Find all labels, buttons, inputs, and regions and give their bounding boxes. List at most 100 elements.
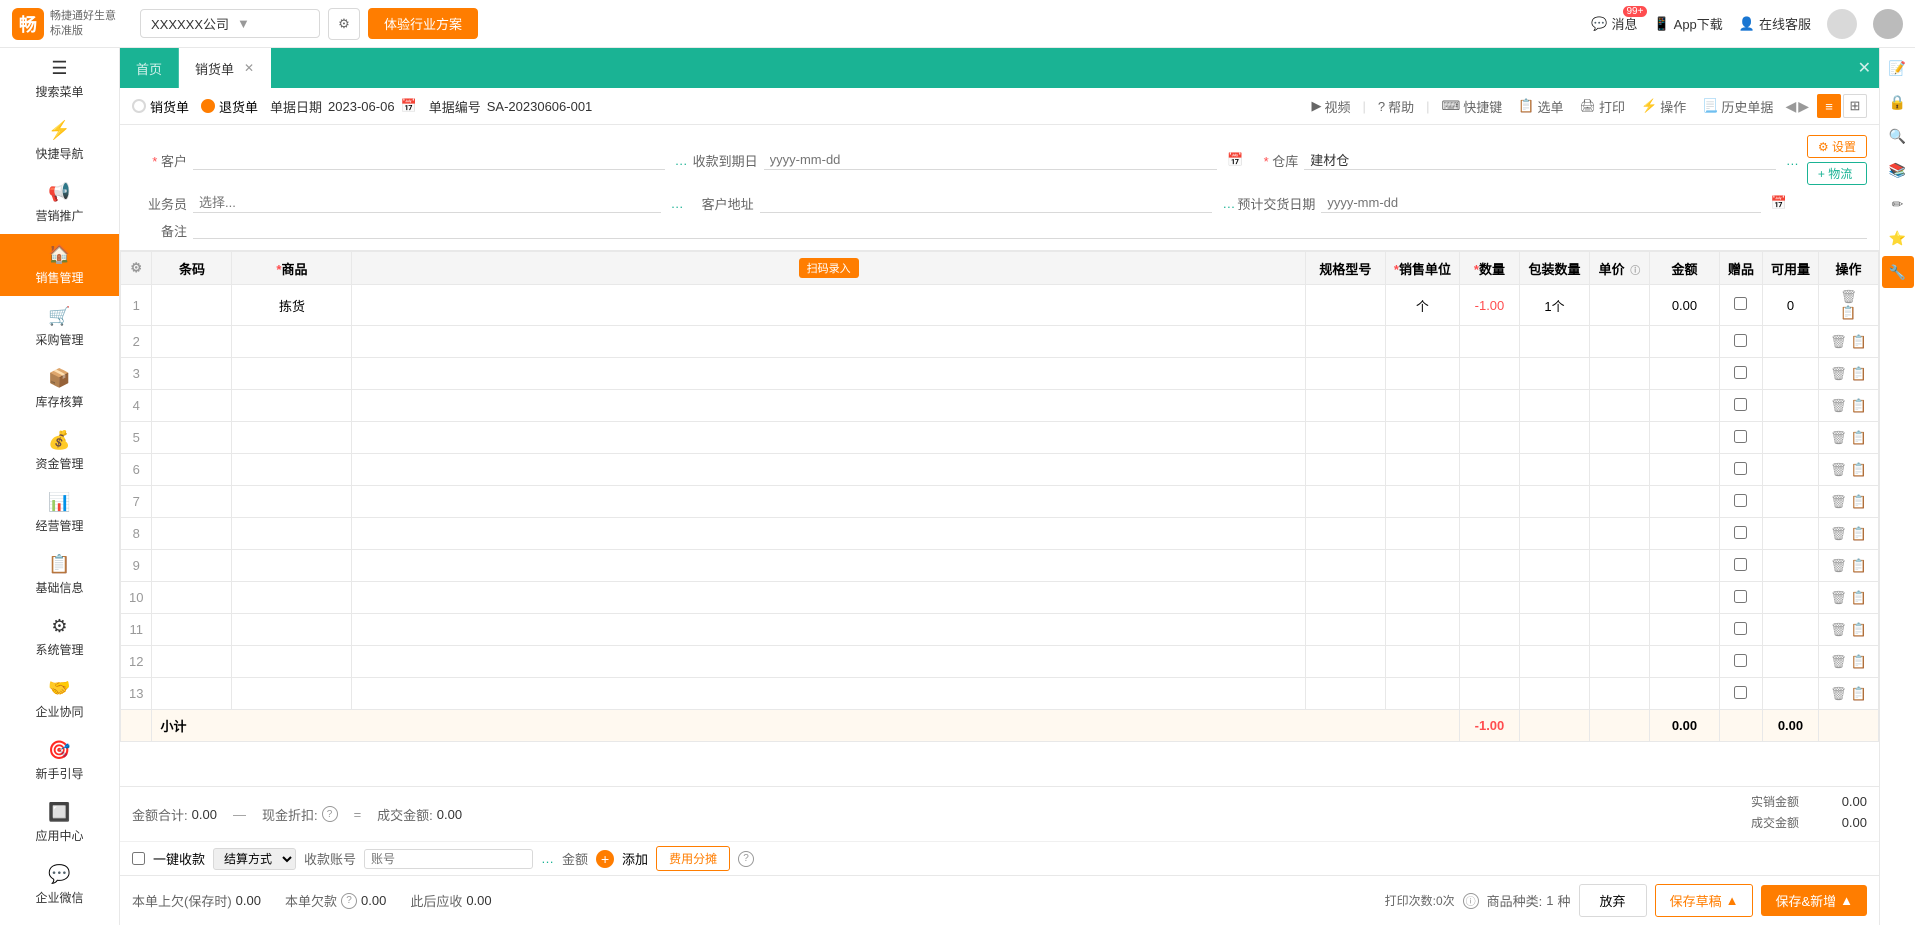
print-btn[interactable]: 🖨 打印 xyxy=(1576,95,1630,118)
app-download-btn[interactable]: 📱 App下载 xyxy=(1653,14,1722,33)
right-panel-btn-2[interactable]: 🔒 xyxy=(1882,86,1914,118)
right-panel-btn-3[interactable]: 🔍 xyxy=(1882,120,1914,152)
delete-icon-12[interactable]: 🗑 xyxy=(1830,654,1847,669)
discount-info-icon[interactable]: ? xyxy=(322,806,338,822)
row-gift-1[interactable] xyxy=(1719,285,1762,326)
right-panel-btn-5[interactable]: ✏ xyxy=(1882,188,1914,220)
goods-type[interactable]: 商品种类: 1 种 xyxy=(1487,891,1571,910)
payment-date-input[interactable] xyxy=(764,150,1217,170)
operate-btn[interactable]: ⚡ 操作 xyxy=(1637,95,1690,118)
history-btn[interactable]: 📃 历史单据 xyxy=(1698,95,1777,118)
copy-icon-8[interactable]: 📋 xyxy=(1851,526,1867,541)
message-btn[interactable]: 💬 消息 99+ xyxy=(1591,14,1637,33)
tab-home[interactable]: 首页 xyxy=(120,48,179,88)
flow-button[interactable]: + 物流 xyxy=(1807,162,1867,185)
right-panel-btn-6[interactable]: ⭐ xyxy=(1882,222,1914,254)
copy-icon-1[interactable]: 📋 xyxy=(1840,305,1856,320)
sidebar-item-purchase[interactable]: 🛒 采购管理 xyxy=(0,296,119,358)
settings-icon-btn[interactable]: ⚙ xyxy=(328,8,360,40)
account-input[interactable] xyxy=(364,849,533,869)
row-goods-1[interactable]: 拣货 xyxy=(232,285,352,326)
gift-checkbox-13[interactable] xyxy=(1734,686,1747,699)
copy-icon-7[interactable]: 📋 xyxy=(1851,494,1867,509)
address-dots-btn[interactable]: … xyxy=(1222,196,1235,211)
row-price-1[interactable] xyxy=(1589,285,1649,326)
copy-icon-6[interactable]: 📋 xyxy=(1851,462,1867,477)
copy-icon-3[interactable]: 📋 xyxy=(1851,366,1867,381)
payment-date-calendar-icon[interactable]: 📅 xyxy=(1227,152,1243,168)
sidebar-item-sales[interactable]: 🏠 销售管理 xyxy=(0,234,119,296)
right-panel-btn-7[interactable]: 🔧 xyxy=(1882,256,1914,288)
delete-icon-3[interactable]: 🗑 xyxy=(1830,366,1847,381)
delivery-date-calendar-icon[interactable]: 📅 xyxy=(1771,195,1787,211)
customer-address-input[interactable] xyxy=(760,193,1213,213)
save-new-button[interactable]: 保存&新增 ▲ xyxy=(1761,885,1867,916)
sidebar-item-inventory[interactable]: 📦 库存核算 xyxy=(0,358,119,420)
row-amount-1[interactable]: 0.00 xyxy=(1649,285,1719,326)
scan-button[interactable]: 扫码录入 xyxy=(799,258,859,278)
copy-icon-11[interactable]: 📋 xyxy=(1851,622,1867,637)
copy-icon-4[interactable]: 📋 xyxy=(1851,398,1867,413)
delete-icon-6[interactable]: 🗑 xyxy=(1830,462,1847,477)
help-btn[interactable]: ? 帮助 xyxy=(1374,95,1418,118)
select-btn[interactable]: 📋 选单 xyxy=(1514,95,1567,118)
delete-icon-5[interactable]: 🗑 xyxy=(1830,430,1847,445)
delete-icon-2[interactable]: 🗑 xyxy=(1830,334,1847,349)
expense-info-icon[interactable]: ? xyxy=(738,851,754,867)
delete-icon-7[interactable]: 🗑 xyxy=(1830,494,1847,509)
sidebar-item-marketing[interactable]: 📢 营销推广 xyxy=(0,172,119,234)
sidebar-item-appstore[interactable]: 🔲 应用中心 xyxy=(0,792,119,854)
copy-icon-2[interactable]: 📋 xyxy=(1851,334,1867,349)
delete-icon-9[interactable]: 🗑 xyxy=(1830,558,1847,573)
company-selector[interactable]: XXXXXX公司 ▼ xyxy=(140,9,320,38)
notes-input[interactable] xyxy=(193,223,1867,239)
copy-icon-13[interactable]: 📋 xyxy=(1851,686,1867,701)
copy-icon-9[interactable]: 📋 xyxy=(1851,558,1867,573)
copy-icon-12[interactable]: 📋 xyxy=(1851,654,1867,669)
right-panel-btn-1[interactable]: 📝 xyxy=(1882,52,1914,84)
print-info-icon[interactable]: ⓘ xyxy=(1463,893,1479,909)
online-service-btn[interactable]: 👤 在线客服 xyxy=(1739,14,1811,33)
gift-checkbox-10[interactable] xyxy=(1734,590,1747,603)
sidebar-item-business[interactable]: 📊 经营管理 xyxy=(0,482,119,544)
gift-checkbox-9[interactable] xyxy=(1734,558,1747,571)
delete-icon-4[interactable]: 🗑 xyxy=(1830,398,1847,413)
sidebar-item-basic[interactable]: 📋 基础信息 xyxy=(0,544,119,606)
debit-info-icon[interactable]: ? xyxy=(341,893,357,909)
row-barcode-1[interactable] xyxy=(152,285,232,326)
prev-arrow[interactable]: ◀ xyxy=(1785,98,1796,115)
warehouse-input[interactable] xyxy=(1304,150,1776,170)
sidebar-item-system[interactable]: ⚙ 系统管理 xyxy=(0,606,119,668)
delete-icon-11[interactable]: 🗑 xyxy=(1830,622,1847,637)
salesperson-input[interactable] xyxy=(193,193,661,213)
copy-icon-5[interactable]: 📋 xyxy=(1851,430,1867,445)
radio-return-order[interactable]: 退货单 xyxy=(201,97,258,116)
delivery-date-input[interactable] xyxy=(1321,193,1760,213)
date-value[interactable]: 2023-06-06 xyxy=(328,99,395,114)
date-calendar-icon[interactable]: 📅 xyxy=(401,98,417,114)
th-settings[interactable]: ⚙ xyxy=(121,252,152,285)
avatar2[interactable] xyxy=(1873,9,1903,39)
expense-split-btn[interactable]: 费用分摊 xyxy=(656,846,730,871)
amount-dots[interactable]: … xyxy=(541,851,554,866)
sidebar-item-wechat[interactable]: 💬 企业微信 xyxy=(0,854,119,916)
calc-method-select[interactable]: 结算方式 xyxy=(213,848,296,870)
sidebar-item-guide[interactable]: 🎯 新手引导 xyxy=(0,730,119,792)
sidebar-item-finance[interactable]: 💰 资金管理 xyxy=(0,420,119,482)
delete-icon-10[interactable]: 🗑 xyxy=(1830,590,1847,605)
sidebar-item-quick[interactable]: ⚡ 快捷导航 xyxy=(0,110,119,172)
copy-icon-10[interactable]: 📋 xyxy=(1851,590,1867,605)
one-click-checkbox[interactable] xyxy=(132,852,145,865)
delete-icon-1[interactable]: 🗑 xyxy=(1840,289,1857,304)
sidebar-item-collab[interactable]: 🤝 企业协同 xyxy=(0,668,119,730)
setting-button[interactable]: ⚙ 设置 xyxy=(1807,135,1867,158)
list-view-btn[interactable]: ≡ xyxy=(1817,94,1841,118)
gift-checkbox-1[interactable] xyxy=(1734,297,1747,310)
sidebar-item-search[interactable]: ☰ 搜索菜单 xyxy=(0,48,119,110)
gift-checkbox-3[interactable] xyxy=(1734,366,1747,379)
tab-close-icon[interactable]: ✕ xyxy=(244,61,254,75)
gift-checkbox-7[interactable] xyxy=(1734,494,1747,507)
video-btn[interactable]: ▶ 视频 xyxy=(1307,95,1354,118)
table-settings-icon[interactable]: ⚙ xyxy=(130,260,142,275)
avatar[interactable] xyxy=(1827,9,1857,39)
